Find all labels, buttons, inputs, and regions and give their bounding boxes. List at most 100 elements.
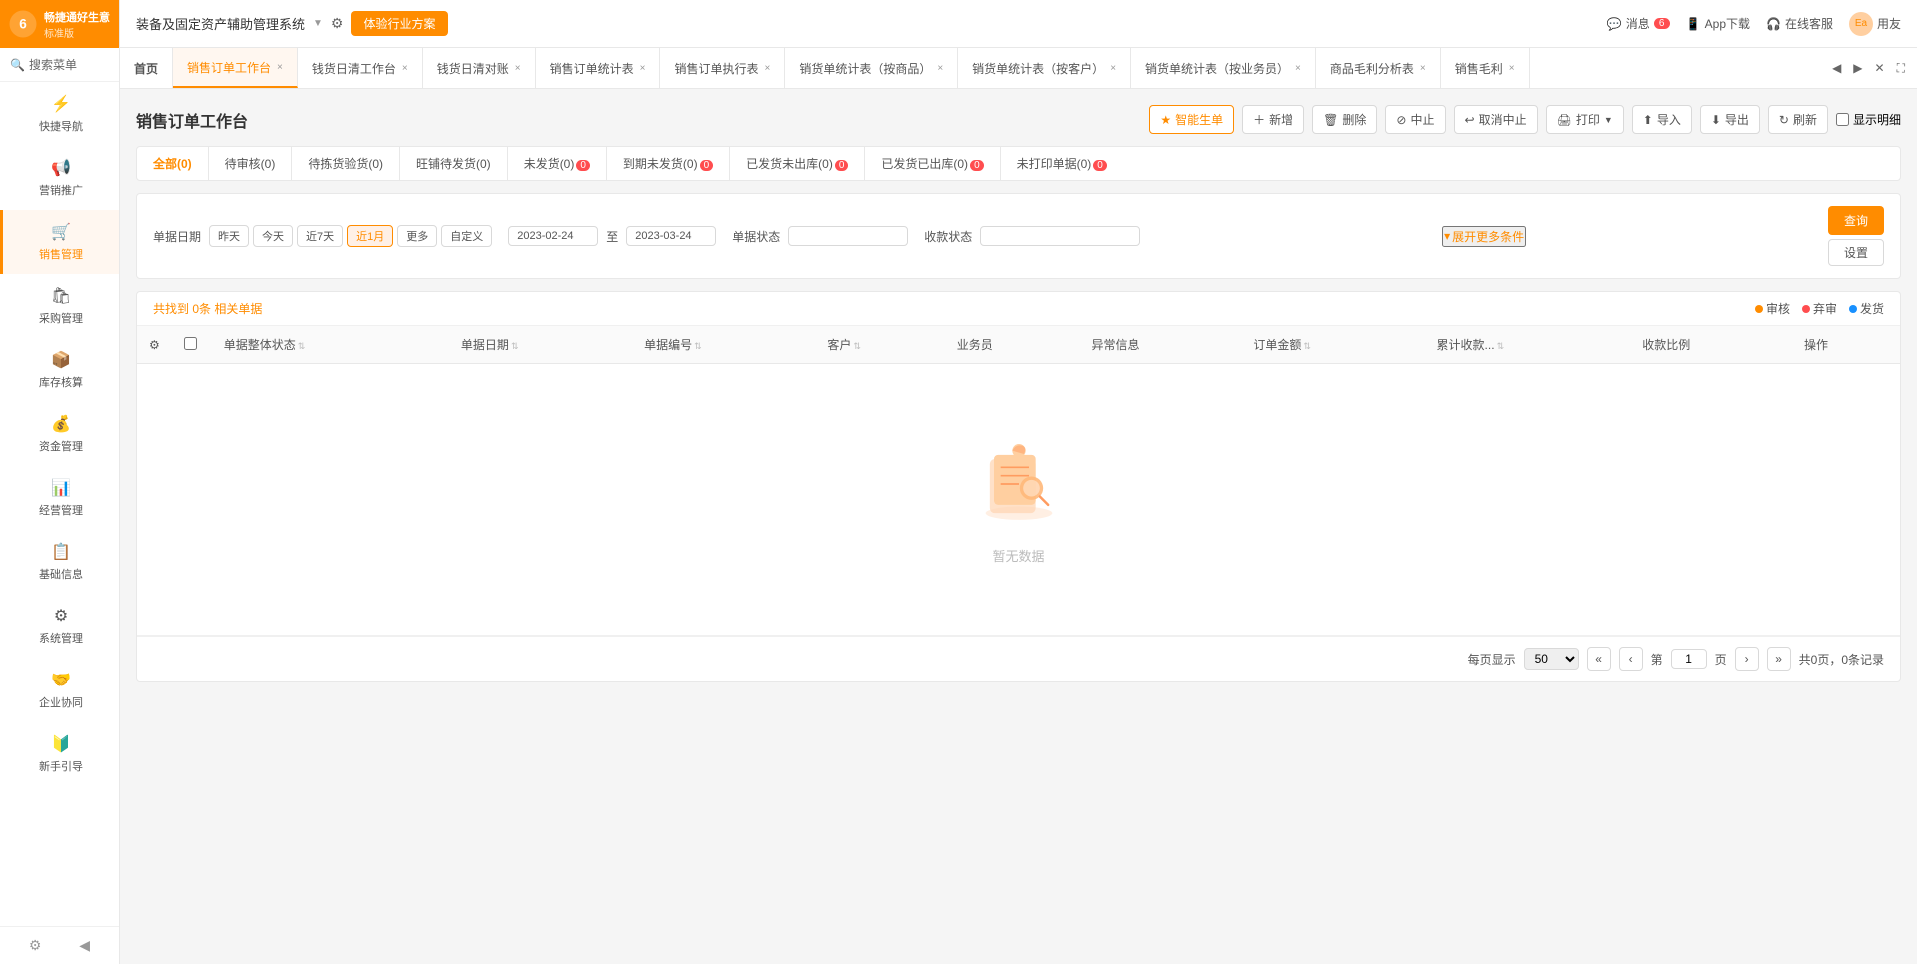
- col-collected[interactable]: 累计收款...⇅: [1425, 326, 1631, 364]
- sidebar-item-marketing[interactable]: 📢营销推广: [0, 146, 119, 210]
- ship-action-btn[interactable]: 发货: [1849, 300, 1884, 317]
- page-last-btn[interactable]: »: [1767, 647, 1791, 671]
- query-btn[interactable]: 查询: [1828, 206, 1884, 235]
- refresh-btn[interactable]: ↻ 刷新: [1768, 105, 1828, 134]
- expand-conditions-btn[interactable]: ▾ 展开更多条件: [1442, 226, 1526, 247]
- date-btn-近7天[interactable]: 近7天: [297, 225, 343, 247]
- filter-tab-shipped-out[interactable]: 已发货已出库(0)0: [865, 147, 1000, 180]
- sidebar-item-system[interactable]: ⚙系统管理: [0, 594, 119, 658]
- sidebar-item-purchase[interactable]: 🛍采购管理: [0, 274, 119, 338]
- tab-sales-margin[interactable]: 销售毛利×: [1441, 48, 1530, 88]
- page-next-btn[interactable]: ›: [1735, 647, 1759, 671]
- col-customer[interactable]: 客户⇅: [815, 326, 944, 364]
- tab-close-sales-stats[interactable]: ×: [640, 63, 646, 74]
- sidebar-item-inventory[interactable]: 📦库存核算: [0, 338, 119, 402]
- tab-close-gross-margin[interactable]: ×: [1420, 63, 1426, 74]
- col-amount[interactable]: 订单金额⇅: [1241, 326, 1424, 364]
- header-settings-btn[interactable]: ⚙: [331, 15, 344, 32]
- sidebar-item-operation[interactable]: 📊经营管理: [0, 466, 119, 530]
- date-range-btns: 昨天今天近7天近1月更多自定义: [209, 225, 492, 247]
- date-from-input[interactable]: [508, 226, 598, 246]
- filter-tab-all[interactable]: 全部(0): [137, 147, 209, 180]
- sidebar-item-finance[interactable]: 💰资金管理: [0, 402, 119, 466]
- filter-tab-expired-not-shipped[interactable]: 到期未发货(0)0: [607, 147, 730, 180]
- select-all-checkbox[interactable]: [184, 337, 197, 350]
- tab-fullscreen-btn[interactable]: ⛶: [1893, 59, 1909, 78]
- tab-close-sales-summary-product[interactable]: ×: [937, 63, 943, 74]
- tab-close-sales-exec[interactable]: ×: [764, 63, 770, 74]
- filter-tab-label: 已发货未出库(0): [746, 157, 833, 171]
- col-status[interactable]: 单据整体状态⇅: [212, 326, 449, 364]
- tab-close-sales-margin[interactable]: ×: [1509, 63, 1515, 74]
- filter-tab-not-printed[interactable]: 未打印单据(0)0: [1001, 147, 1123, 180]
- col-number[interactable]: 单据编号⇅: [632, 326, 815, 364]
- status-select[interactable]: [788, 226, 908, 246]
- tab-sales-summary-product[interactable]: 销货单统计表（按商品）×: [785, 48, 958, 88]
- page-number-input[interactable]: [1671, 649, 1707, 669]
- online-service-btn[interactable]: 🎧 在线客服: [1766, 15, 1833, 32]
- date-btn-更多[interactable]: 更多: [397, 225, 437, 247]
- date-btn-自定义[interactable]: 自定义: [441, 225, 492, 247]
- col-date[interactable]: 单据日期⇅: [449, 326, 632, 364]
- smart-create-btn[interactable]: ★ 智能生单: [1149, 105, 1234, 134]
- reject-action-btn[interactable]: 弃审: [1802, 300, 1837, 317]
- app-download-btn[interactable]: 📱 App下载: [1686, 15, 1750, 32]
- page-prev-btn[interactable]: ‹: [1619, 647, 1643, 671]
- sidebar-search[interactable]: 🔍 搜索菜单: [0, 48, 119, 82]
- show-detail-checkbox[interactable]: [1836, 113, 1849, 126]
- tab-sales-summary-customer[interactable]: 销货单统计表（按客户）×: [958, 48, 1131, 88]
- filter-tab-pending-review[interactable]: 待审核(0): [209, 147, 293, 180]
- show-detail-label[interactable]: 显示明细: [1836, 111, 1901, 128]
- print-btn[interactable]: 🖨 打印 ▼: [1546, 105, 1624, 134]
- review-action-btn[interactable]: 审核: [1755, 300, 1790, 317]
- filter-tab-pending-inspect[interactable]: 待拣货验货(0): [292, 147, 400, 180]
- tab-close-cash-reconcile[interactable]: ×: [515, 63, 521, 74]
- date-to-input[interactable]: [626, 226, 716, 246]
- tab-home[interactable]: 首页: [120, 48, 173, 88]
- payment-select[interactable]: [980, 226, 1140, 246]
- tab-sales-exec[interactable]: 销售订单执行表×: [660, 48, 785, 88]
- tab-gross-margin[interactable]: 商品毛利分析表×: [1316, 48, 1441, 88]
- tab-close-all-btn[interactable]: ✕: [1871, 59, 1889, 77]
- tab-sales-workbench[interactable]: 销售订单工作台×: [173, 48, 298, 88]
- tab-cash-reconcile[interactable]: 钱货日清对账×: [423, 48, 536, 88]
- tab-scroll-left-btn[interactable]: ◀: [1828, 59, 1845, 77]
- cancel-stop-btn[interactable]: ↩ 取消中止: [1454, 105, 1538, 134]
- tab-scroll-right-btn[interactable]: ▶: [1849, 59, 1866, 77]
- tab-close-sales-workbench[interactable]: ×: [277, 62, 283, 73]
- settings-btn[interactable]: 设置: [1828, 239, 1884, 266]
- tab-sales-stats[interactable]: 销售订单统计表×: [536, 48, 661, 88]
- filter-tab-not-shipped[interactable]: 未发货(0)0: [508, 147, 607, 180]
- tab-cash-daily[interactable]: 钱货日清工作台×: [298, 48, 423, 88]
- settings-bottom-btn[interactable]: ⚙: [29, 937, 42, 954]
- sidebar-item-base[interactable]: 📋基础信息: [0, 530, 119, 594]
- delete-btn[interactable]: 🗑 删除: [1312, 105, 1377, 134]
- filter-tab-shipped-not-out[interactable]: 已发货未出库(0)0: [730, 147, 865, 180]
- date-btn-昨天[interactable]: 昨天: [209, 225, 249, 247]
- export-btn[interactable]: ⬇ 导出: [1700, 105, 1760, 134]
- sidebar-item-sales[interactable]: 🛒销售管理: [0, 210, 119, 274]
- sidebar-item-corp[interactable]: 🤝企业协同: [0, 658, 119, 722]
- col-settings[interactable]: ⚙: [137, 326, 172, 364]
- header-dropdown-btn[interactable]: ▼: [313, 18, 323, 29]
- collapse-sidebar-btn[interactable]: ◀: [79, 937, 90, 954]
- date-btn-近1月[interactable]: 近1月: [347, 225, 393, 247]
- sidebar-item-guide[interactable]: 🔰新手引导: [0, 722, 119, 786]
- filter-tab-wangpu-ship[interactable]: 旺铺待发货(0): [400, 147, 508, 180]
- col-checkbox[interactable]: [172, 326, 212, 364]
- tab-close-sales-summary-staff[interactable]: ×: [1295, 63, 1301, 74]
- sidebar-item-quick-nav[interactable]: ⚡快捷导航: [0, 82, 119, 146]
- tab-close-sales-summary-customer[interactable]: ×: [1110, 63, 1116, 74]
- tab-sales-summary-staff[interactable]: 销货单统计表（按业务员）×: [1131, 48, 1316, 88]
- industry-btn[interactable]: 体验行业方案: [351, 11, 447, 36]
- finance-icon: 💰: [51, 414, 71, 434]
- import-btn[interactable]: ⬆ 导入: [1632, 105, 1692, 134]
- stop-btn[interactable]: ⊘ 中止: [1385, 105, 1445, 134]
- user-btn[interactable]: Ea 用友: [1849, 12, 1901, 36]
- page-first-btn[interactable]: «: [1587, 647, 1611, 671]
- date-btn-今天[interactable]: 今天: [253, 225, 293, 247]
- message-btn[interactable]: 💬 消息 6: [1607, 15, 1670, 32]
- tab-close-cash-daily[interactable]: ×: [402, 63, 408, 74]
- add-btn[interactable]: ＋ 新增: [1242, 105, 1304, 134]
- page-size-select[interactable]: 10 20 50 100: [1524, 648, 1579, 670]
